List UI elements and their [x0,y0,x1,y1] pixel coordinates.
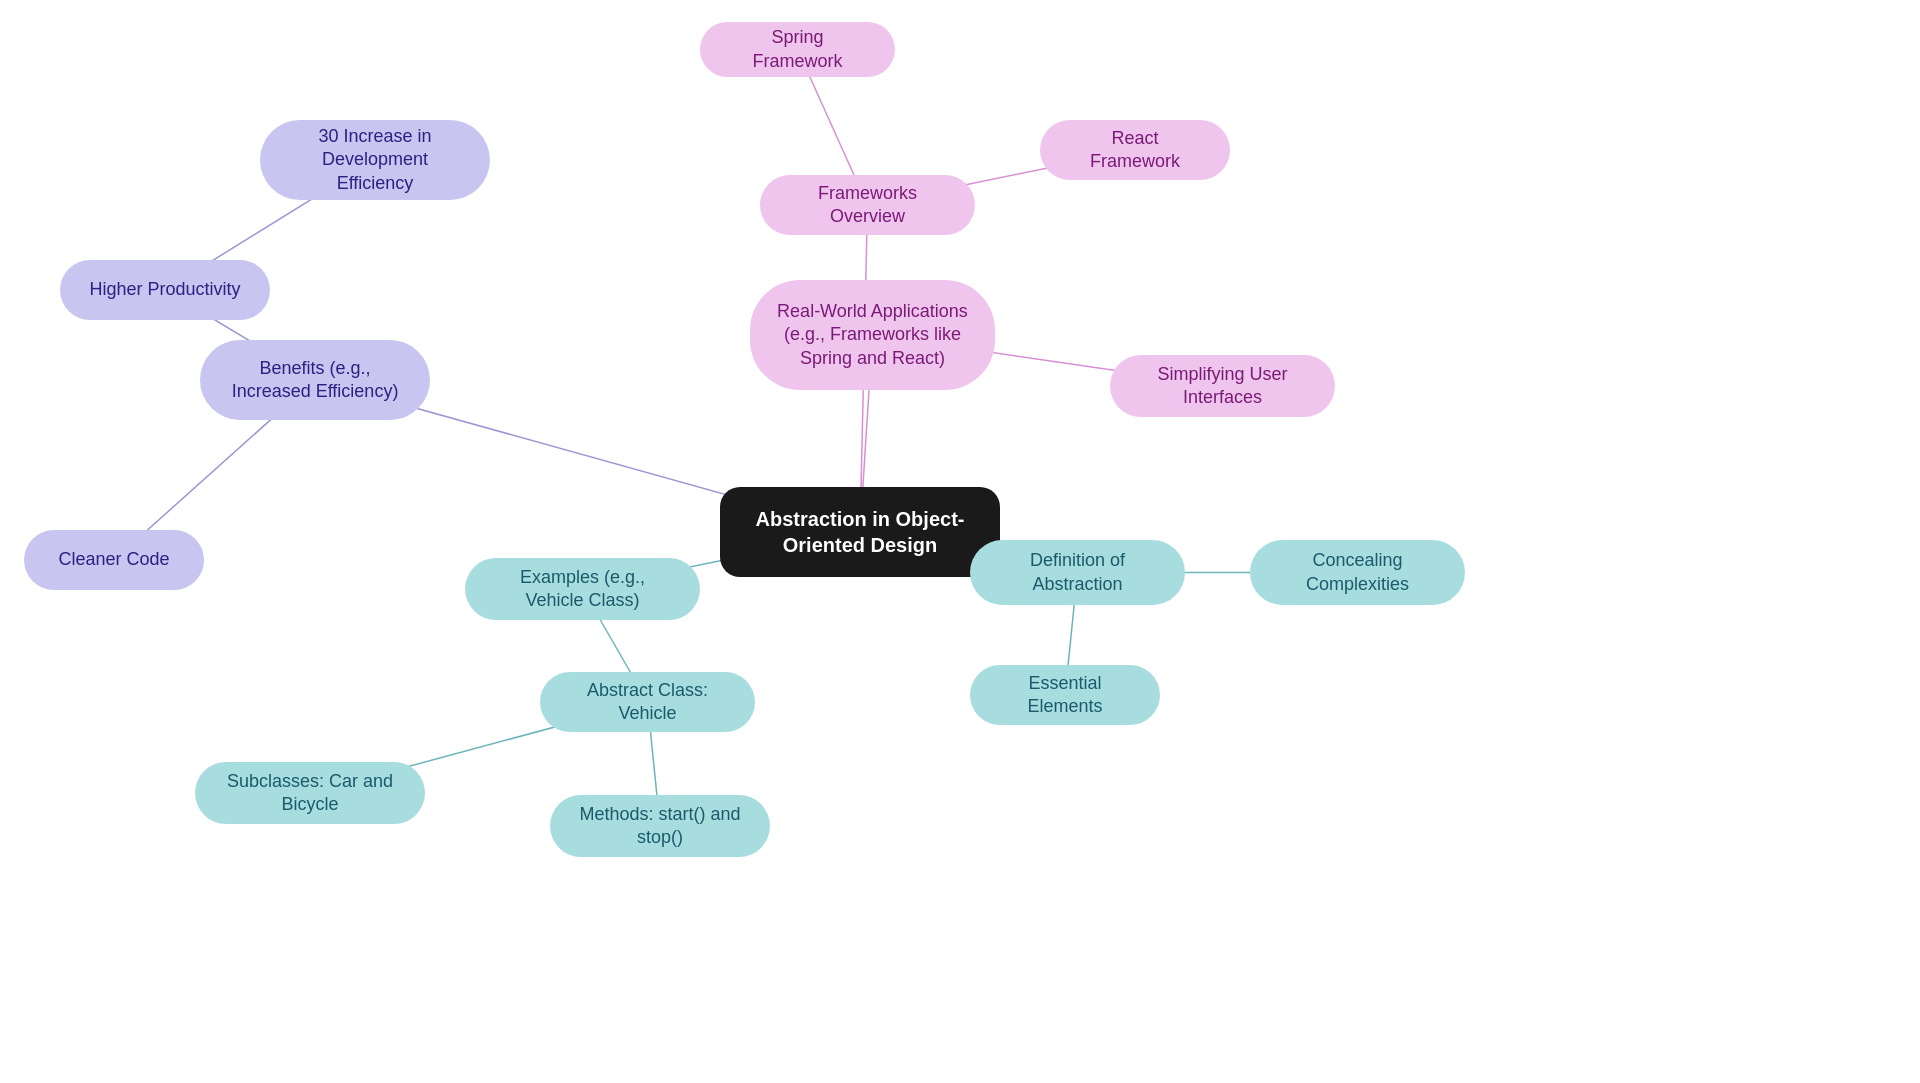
real-world-node: Real-World Applications (e.g., Framework… [750,280,995,390]
methods-node: Methods: start() and stop() [550,795,770,857]
increase-efficiency-node: 30 Increase in Development Efficiency [260,120,490,200]
frameworks-overview-node: Frameworks Overview [760,175,975,235]
react-framework-node: React Framework [1040,120,1230,180]
simplifying-ui-node: Simplifying User Interfaces [1110,355,1335,417]
benefits-node: Benefits (e.g., Increased Efficiency) [200,340,430,420]
spring-framework-node: Spring Framework [700,22,895,77]
abstract-class-node: Abstract Class: Vehicle [540,672,755,732]
higher-productivity-node: Higher Productivity [60,260,270,320]
concealing-node: Concealing Complexities [1250,540,1465,605]
cleaner-code-node: Cleaner Code [24,530,204,590]
essential-elements-node: Essential Elements [970,665,1160,725]
center-node: Abstraction in Object-Oriented Design [720,487,1000,577]
definition-node: Definition of Abstraction [970,540,1185,605]
examples-node: Examples (e.g., Vehicle Class) [465,558,700,620]
subclasses-node: Subclasses: Car and Bicycle [195,762,425,824]
